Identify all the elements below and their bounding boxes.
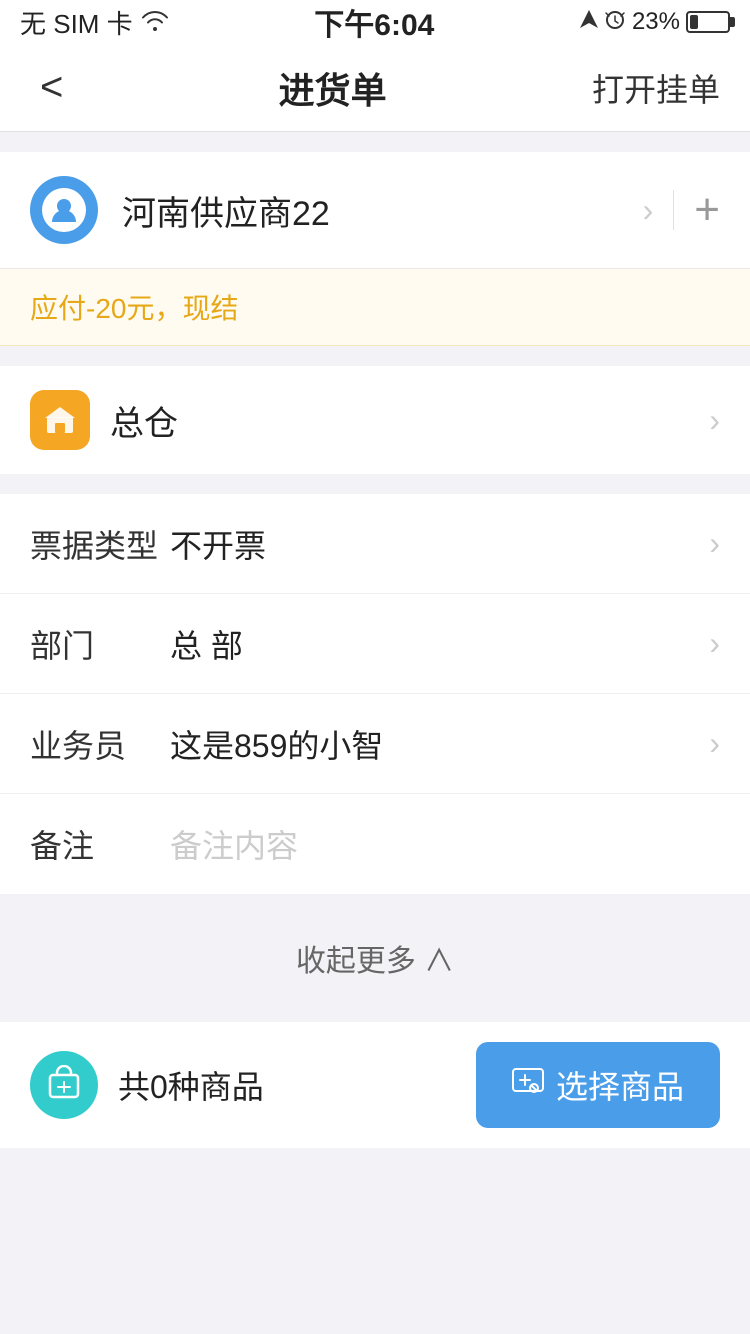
department-row[interactable]: 部门 总 部 › (0, 594, 750, 694)
supplier-card: 河南供应商22 › + 应付-20元，现结 (0, 152, 750, 346)
battery-fill (690, 15, 698, 29)
select-product-label: 选择商品 (556, 1062, 684, 1108)
salesperson-label: 业务员 (30, 721, 170, 767)
warehouse-row[interactable]: 总仓 › (0, 366, 750, 474)
status-time: 下午6:04 (314, 0, 434, 44)
salesperson-chevron-icon: › (709, 725, 720, 762)
warning-text: 应付-20元，现结 (30, 293, 238, 324)
department-value: 总 部 (170, 621, 709, 667)
remark-input[interactable]: 备注内容 (170, 821, 720, 867)
invoice-type-value: 不开票 (170, 521, 709, 567)
nav-bar: < 进货单 打开挂单 (0, 44, 750, 132)
supplier-row[interactable]: 河南供应商22 › + (0, 152, 750, 269)
collapse-label: 收起更多 ∧ (296, 936, 454, 980)
salesperson-row[interactable]: 业务员 这是859的小智 › (0, 694, 750, 794)
salesperson-value: 这是859的小智 (170, 721, 709, 767)
product-count-label: 共0种商品 (118, 1062, 476, 1108)
alarm-icon (604, 8, 626, 37)
open-pending-button[interactable]: 打开挂单 (592, 65, 720, 111)
status-left: 无 SIM 卡 (20, 4, 169, 41)
supplier-avatar (30, 176, 98, 244)
select-product-icon (512, 1067, 544, 1104)
status-bar: 无 SIM 卡 下午6:04 23% (0, 0, 750, 44)
department-label: 部门 (30, 621, 170, 667)
section-gap-1 (0, 132, 750, 152)
vertical-divider (673, 190, 674, 230)
collapse-button[interactable]: 收起更多 ∧ (0, 914, 750, 1002)
select-product-button[interactable]: 选择商品 (476, 1042, 720, 1128)
battery-percent: 23% (632, 8, 680, 36)
supplier-name: 河南供应商22 (122, 186, 643, 235)
avatar-icon (42, 188, 86, 232)
invoice-type-label: 票据类型 (30, 521, 170, 567)
warehouse-chevron-icon: › (709, 402, 720, 439)
warning-banner: 应付-20元，现结 (0, 269, 750, 346)
supplier-actions: › + (643, 188, 720, 232)
add-supplier-button[interactable]: + (694, 188, 720, 232)
section-gap-2 (0, 346, 750, 366)
warehouse-icon (30, 390, 90, 450)
remark-label: 备注 (30, 821, 170, 867)
page-title: 进货单 (279, 62, 387, 114)
invoice-type-chevron-icon: › (709, 525, 720, 562)
chevron-right-icon: › (643, 192, 654, 229)
back-button[interactable]: < (30, 55, 73, 120)
carrier-label: 无 SIM 卡 (20, 4, 133, 41)
invoice-type-row[interactable]: 票据类型 不开票 › (0, 494, 750, 594)
warehouse-card[interactable]: 总仓 › (0, 366, 750, 474)
bottom-bar: 共0种商品 选择商品 (0, 1022, 750, 1148)
warehouse-label: 总仓 (110, 396, 709, 445)
remark-row[interactable]: 备注 备注内容 (0, 794, 750, 894)
status-right: 23% (580, 8, 730, 37)
form-section: 票据类型 不开票 › 部门 总 部 › 业务员 这是859的小智 › 备注 备注… (0, 494, 750, 894)
department-chevron-icon: › (709, 625, 720, 662)
location-icon (580, 8, 598, 37)
battery-icon (686, 11, 730, 33)
product-count-icon (30, 1051, 98, 1119)
wifi-icon (141, 7, 169, 38)
